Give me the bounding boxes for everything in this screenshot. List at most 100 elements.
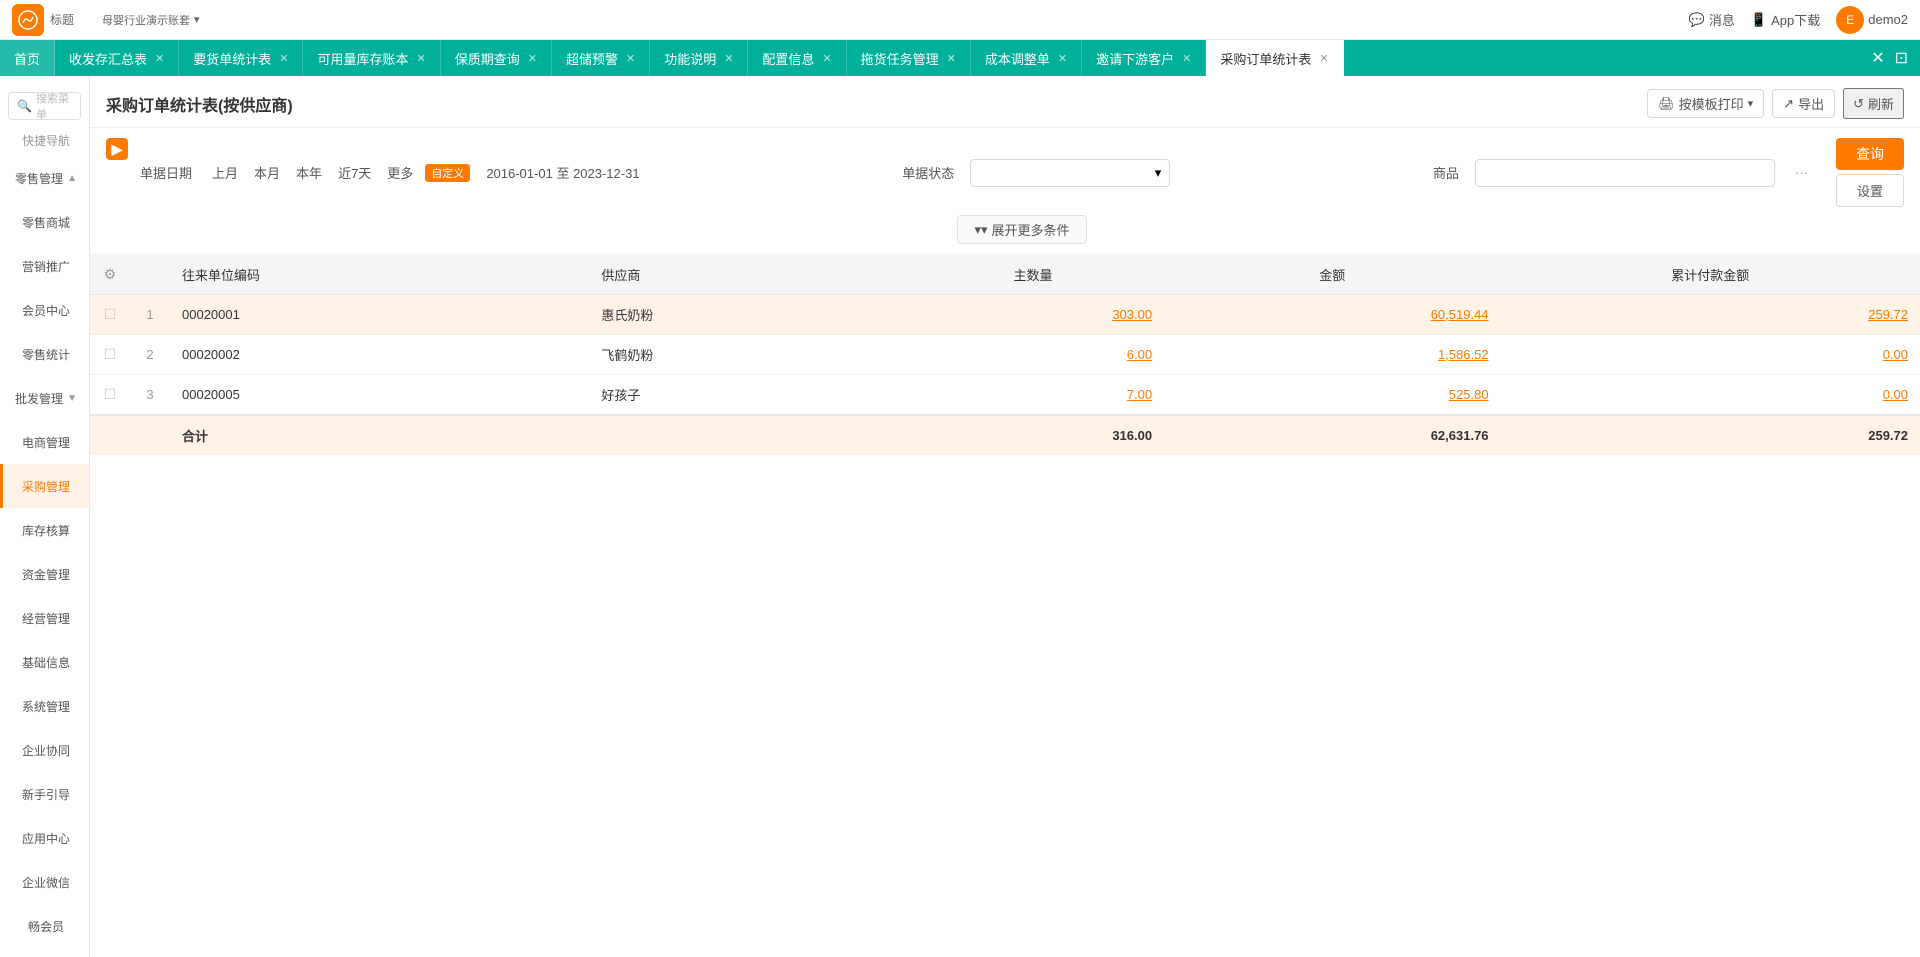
avatar: E bbox=[1836, 6, 1864, 34]
tab-home[interactable]: 首页 bbox=[0, 40, 55, 76]
shortcut-this-year[interactable]: 本年 bbox=[292, 161, 326, 184]
message-btn[interactable]: 💬 消息 bbox=[1689, 10, 1735, 29]
workspace-selector[interactable]: 母婴行业演示账套 ▾ bbox=[102, 12, 200, 28]
table-footer-row: 合计 316.00 62,631.76 259.72 bbox=[90, 415, 1920, 455]
close-icon[interactable]: ✕ bbox=[1182, 52, 1191, 65]
search-input[interactable]: 🔍 搜索菜单 bbox=[8, 92, 81, 120]
row-amount[interactable]: 525.80 bbox=[1164, 375, 1500, 416]
tab-gongnengshuo[interactable]: 功能说明 ✕ bbox=[650, 40, 748, 76]
user-area[interactable]: E demo2 bbox=[1836, 6, 1908, 34]
row-paid[interactable]: 259.72 bbox=[1501, 295, 1920, 335]
row-qty[interactable]: 6.00 bbox=[902, 335, 1164, 375]
tab-label: 收发存汇总表 bbox=[69, 49, 147, 68]
settings-icon[interactable]: ⚙ bbox=[104, 266, 117, 282]
logo-icon bbox=[12, 4, 44, 36]
logo-area: 标题 bbox=[12, 4, 74, 36]
nav-close-btn[interactable]: ✕ bbox=[1867, 48, 1888, 68]
custom-badge: 自定义 bbox=[425, 164, 470, 182]
close-icon[interactable]: ✕ bbox=[155, 52, 164, 65]
settings-button[interactable]: 设置 bbox=[1836, 174, 1904, 207]
rownum-col-header bbox=[130, 255, 170, 295]
sidebar-item-xinshou[interactable]: 新手引导 bbox=[0, 772, 89, 816]
sidebar-item-yingyong[interactable]: 应用中心 bbox=[0, 816, 89, 860]
table-container: ⚙ 往来单位编码 供应商 主数量 金额 累计付款金额 ☐ 1 00020001 bbox=[90, 255, 1920, 455]
shortcut-this-month[interactable]: 本月 bbox=[250, 161, 284, 184]
close-icon[interactable]: ✕ bbox=[724, 52, 733, 65]
expand-more-btn[interactable]: ▾▾ 展开更多条件 bbox=[957, 215, 1086, 244]
tab-label: 超储预警 bbox=[566, 49, 618, 68]
row-amount[interactable]: 1,586.52 bbox=[1164, 335, 1500, 375]
app-download-btn[interactable]: 📱 App下载 bbox=[1751, 10, 1820, 29]
sidebar-item-caigou[interactable]: 采购管理 bbox=[0, 464, 89, 508]
nav-expand-btn[interactable]: ⊡ bbox=[1891, 48, 1912, 68]
sidebar-item-changyuan[interactable]: 畅会员 bbox=[0, 904, 89, 948]
message-icon: 💬 bbox=[1689, 12, 1705, 28]
query-button[interactable]: 查询 bbox=[1836, 138, 1904, 170]
search-icon: 🔍 bbox=[17, 99, 32, 113]
tab-caigou-active[interactable]: 采购订单统计表 ✕ bbox=[1206, 40, 1343, 76]
shortcut-more[interactable]: 更多 bbox=[383, 161, 417, 184]
sidebar-item-weixin[interactable]: 企业微信 bbox=[0, 860, 89, 904]
tab-yaohuo[interactable]: 要货单统计表 ✕ bbox=[179, 40, 303, 76]
toggle-filter-btn[interactable]: ▶ bbox=[106, 138, 128, 160]
goods-filter-label: 商品 bbox=[1433, 163, 1459, 182]
sidebar-item-huiyuan[interactable]: 会员中心 bbox=[0, 288, 89, 332]
row-settings[interactable]: ☐ bbox=[90, 335, 130, 375]
shortcut-7days[interactable]: 近7天 bbox=[334, 161, 375, 184]
row-paid[interactable]: 0.00 bbox=[1501, 335, 1920, 375]
sidebar-search-area: 🔍 搜索菜单 bbox=[0, 84, 89, 124]
print-button[interactable]: 🖨 按模板打印 ▾ bbox=[1647, 89, 1764, 118]
row-amount[interactable]: 60,519.44 bbox=[1164, 295, 1500, 335]
close-icon[interactable]: ✕ bbox=[279, 52, 288, 65]
sidebar-item-lingshougshangcheng[interactable]: 零售商城 bbox=[0, 200, 89, 244]
close-icon[interactable]: ✕ bbox=[947, 52, 956, 65]
row-supplier: 好孩子 bbox=[589, 375, 902, 416]
sidebar-item-lingtj[interactable]: 零售统计 bbox=[0, 332, 89, 376]
status-select[interactable]: ▾ bbox=[970, 159, 1170, 187]
sidebar-item-zijin[interactable]: 资金管理 bbox=[0, 552, 89, 596]
tab-shoufacunhz[interactable]: 收发存汇总表 ✕ bbox=[55, 40, 179, 76]
chevron-down-icon: ▾ bbox=[1748, 97, 1754, 110]
tab-peizhixinxi[interactable]: 配置信息 ✕ bbox=[748, 40, 846, 76]
tab-label: 配置信息 bbox=[762, 49, 814, 68]
settings-col-header: ⚙ bbox=[90, 255, 130, 295]
sidebar-item-kucunhesuan[interactable]: 库存核算 bbox=[0, 508, 89, 552]
export-button[interactable]: ↗ 导出 bbox=[1772, 89, 1835, 118]
date-shortcuts: 上月 本月 本年 近7天 更多 自定义 bbox=[208, 161, 470, 184]
sidebar-item-yingxiao[interactable]: 营销推广 bbox=[0, 244, 89, 288]
row-settings[interactable]: ☐ bbox=[90, 295, 130, 335]
close-icon[interactable]: ✕ bbox=[626, 52, 635, 65]
close-icon[interactable]: ✕ bbox=[822, 52, 831, 65]
sidebar-item-qiye[interactable]: 企业协同 bbox=[0, 728, 89, 772]
tab-baozhiqi[interactable]: 保质期查询 ✕ bbox=[441, 40, 552, 76]
workspace-arrow: ▾ bbox=[194, 13, 200, 26]
close-icon[interactable]: ✕ bbox=[1319, 52, 1328, 65]
close-icon[interactable]: ✕ bbox=[1058, 52, 1067, 65]
tab-chengbentiaozeng[interactable]: 成本调整单 ✕ bbox=[971, 40, 1082, 76]
close-icon[interactable]: ✕ bbox=[528, 52, 537, 65]
sidebar-item-pifa[interactable]: 批发管理 ▼ bbox=[0, 376, 89, 420]
logo-text: 标题 bbox=[50, 11, 74, 28]
sidebar-item-quick-nav[interactable]: 快捷导航 bbox=[0, 124, 89, 156]
sidebar-item-jingying[interactable]: 经营管理 bbox=[0, 596, 89, 640]
sidebar-item-dianshang[interactable]: 电商管理 bbox=[0, 420, 89, 464]
row-qty[interactable]: 303.00 bbox=[902, 295, 1164, 335]
tab-keyongliang[interactable]: 可用量库存账本 ✕ bbox=[303, 40, 440, 76]
sidebar-item-lingshouguan[interactable]: 零售管理 ▲ bbox=[0, 156, 89, 200]
tab-chaochuyujing[interactable]: 超储预警 ✕ bbox=[552, 40, 650, 76]
row-paid[interactable]: 0.00 bbox=[1501, 375, 1920, 416]
row-qty[interactable]: 7.00 bbox=[902, 375, 1164, 416]
sidebar-item-xitong[interactable]: 系统管理 bbox=[0, 684, 89, 728]
sidebar-item-jichu[interactable]: 基础信息 bbox=[0, 640, 89, 684]
close-icon[interactable]: ✕ bbox=[417, 52, 426, 65]
top-bar-right: 💬 消息 📱 App下载 E demo2 bbox=[1689, 6, 1908, 34]
goods-input[interactable] bbox=[1475, 159, 1775, 187]
supplier-col-header: 供应商 bbox=[589, 255, 902, 295]
tab-tuohuo[interactable]: 拖货任务管理 ✕ bbox=[847, 40, 971, 76]
top-bar: 标题 母婴行业演示账套 ▾ 💬 消息 📱 App下载 E demo2 bbox=[0, 0, 1920, 40]
page-header-actions: 🖨 按模板打印 ▾ ↗ 导出 ↺ 刷新 bbox=[1647, 88, 1904, 119]
shortcut-last-month[interactable]: 上月 bbox=[208, 161, 242, 184]
refresh-button[interactable]: ↺ 刷新 bbox=[1843, 88, 1904, 119]
row-settings[interactable]: ☐ bbox=[90, 375, 130, 416]
tab-yaoqing[interactable]: 邀请下游客户 ✕ bbox=[1082, 40, 1206, 76]
